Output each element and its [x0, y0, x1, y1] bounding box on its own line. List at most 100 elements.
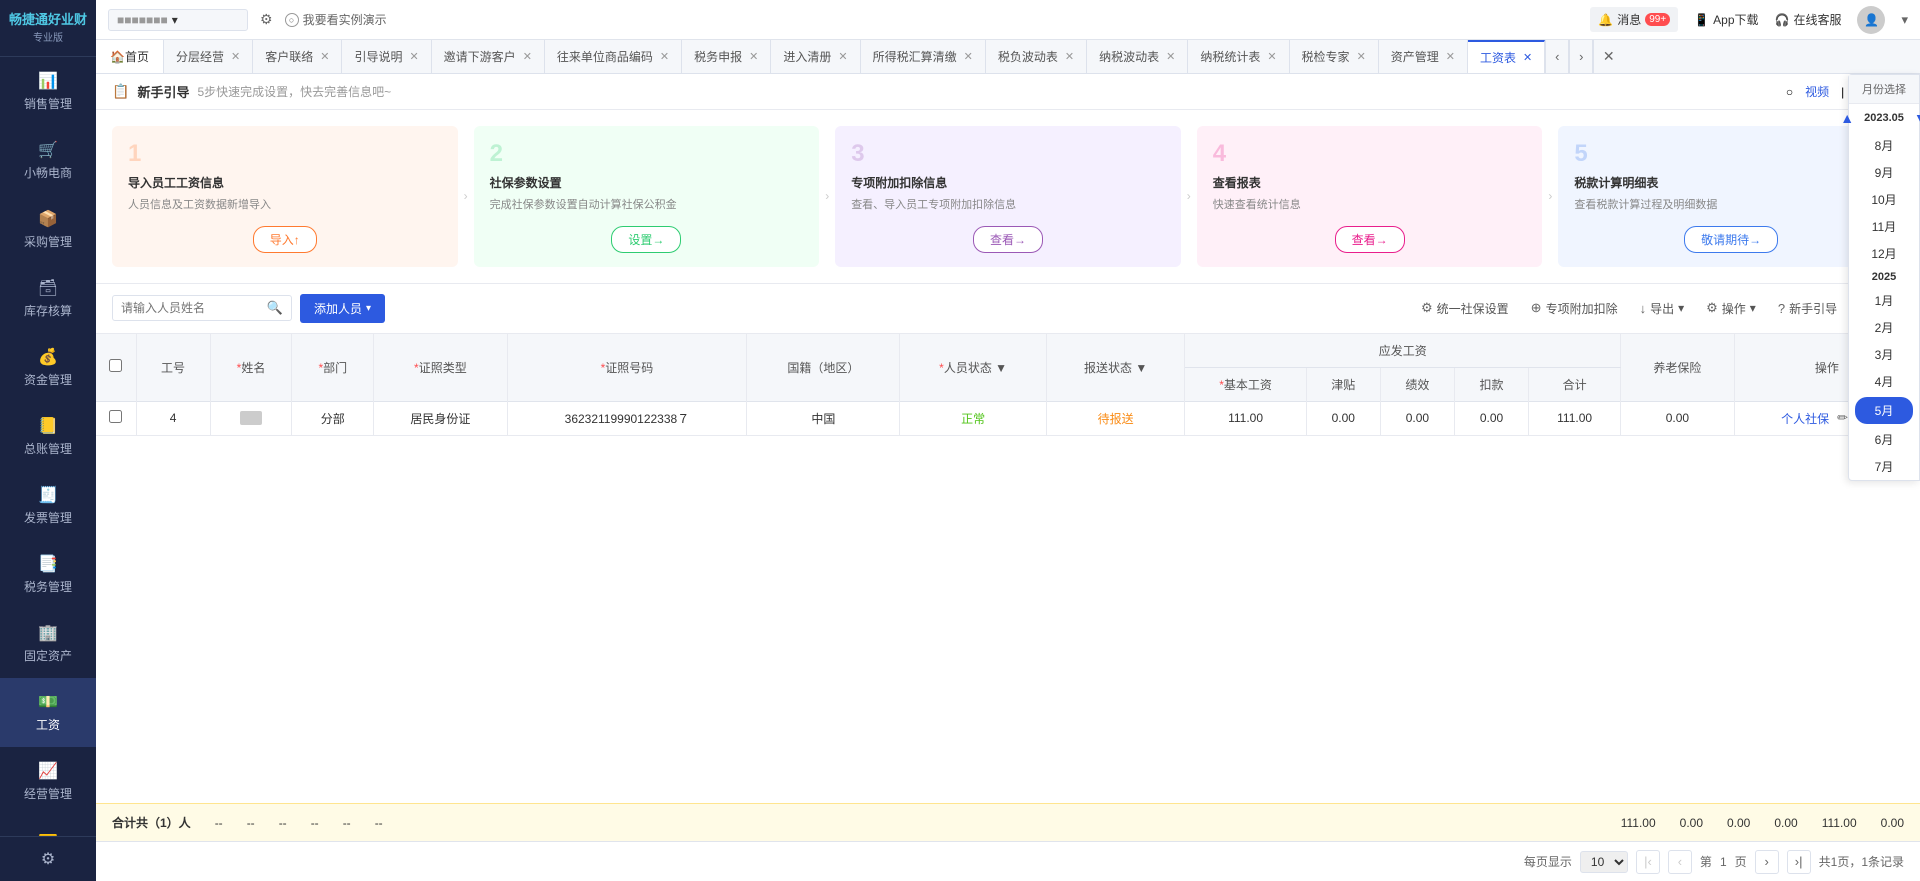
month-item-12月[interactable]: 12月	[1849, 240, 1919, 267]
special-deduct-btn[interactable]: ⊕ 专项附加扣除	[1525, 296, 1624, 321]
prev-page-btn[interactable]: ‹	[1668, 850, 1692, 874]
tab-close-btn[interactable]: ✕	[838, 50, 847, 63]
tab-item-7[interactable]: 所得税汇算清缴✕	[861, 40, 986, 74]
step-btn-2[interactable]: 设置→	[611, 226, 681, 253]
operation-btn[interactable]: ⚙ 操作 ▾	[1700, 296, 1762, 321]
month-item-11月[interactable]: 11月	[1849, 213, 1919, 240]
month-item-4月[interactable]: 4月	[1849, 368, 1919, 395]
month-picker-prev-year[interactable]: ▲	[1836, 108, 1858, 128]
tab-next-btn[interactable]: ›	[1569, 40, 1593, 74]
step-btn-1[interactable]: 导入↑	[253, 226, 317, 253]
month-item-7月[interactable]: 7月	[1849, 453, 1919, 480]
sidebar-settings-btn[interactable]: ⚙	[0, 836, 96, 881]
tab-close-btn[interactable]: ✕	[1166, 50, 1175, 63]
tab-close-btn[interactable]: ✕	[320, 50, 329, 63]
tab-item-4[interactable]: 往来单位商品编码✕	[545, 40, 682, 74]
month-item-8月[interactable]: 8月	[1849, 132, 1919, 159]
tab-item-6[interactable]: 进入清册✕	[771, 40, 860, 74]
tab-close-btn[interactable]: ✕	[1267, 50, 1276, 63]
tab-prev-btn[interactable]: ‹	[1545, 40, 1569, 74]
sidebar-label: 经营管理	[24, 785, 72, 802]
sidebar-item-工资[interactable]: 💵工资	[0, 678, 96, 747]
step-btn-3[interactable]: 查看→	[973, 226, 1043, 253]
tab-item-5[interactable]: 税务申报✕	[682, 40, 771, 74]
tab-home[interactable]: 🏠 首页	[96, 40, 164, 74]
tab-item-9[interactable]: 纳税波动表✕	[1087, 40, 1188, 74]
search-input[interactable]	[121, 301, 261, 315]
tab-item-13[interactable]: 工资表 ✕	[1468, 40, 1545, 74]
tab-close-btn[interactable]: ✕	[1523, 51, 1532, 64]
tab-close-all-btn[interactable]: ✕	[1593, 40, 1623, 74]
tab-item-11[interactable]: 税检专家✕	[1290, 40, 1379, 74]
sidebar-item-税务管理[interactable]: 📑税务管理	[0, 540, 96, 609]
tab-item-1[interactable]: 客户联络✕	[253, 40, 342, 74]
per-page-select[interactable]: 10 20 50	[1580, 851, 1628, 873]
sidebar-item-小畅电商[interactable]: 🛒小畅电商	[0, 126, 96, 195]
add-person-btn[interactable]: 添加人员 ▾	[300, 294, 385, 323]
sidebar-item-小畅报销[interactable]: 💳小畅报销	[0, 816, 96, 836]
sidebar-item-采购管理[interactable]: 📦采购管理	[0, 195, 96, 264]
select-all-checkbox[interactable]	[109, 359, 122, 372]
month-item-5月[interactable]: 5月	[1855, 397, 1913, 424]
tab-label: 工资表	[1480, 49, 1516, 66]
last-page-btn[interactable]: ›|	[1787, 850, 1811, 874]
month-item-1月[interactable]: 1月	[1849, 287, 1919, 314]
demo-btn[interactable]: ○ 我要看实例演示	[285, 11, 387, 28]
month-picker-next-year[interactable]: ▼	[1910, 108, 1920, 128]
tab-item-3[interactable]: 邀请下游客户✕	[432, 40, 545, 74]
settings-icon[interactable]: ⚙	[256, 7, 277, 32]
row-checkbox[interactable]	[109, 410, 122, 423]
step-title: 导入员工工资信息	[128, 174, 442, 191]
export-btn[interactable]: ↓ 导出 ▾	[1634, 296, 1691, 321]
sidebar-icon: 💵	[38, 692, 58, 712]
month-item-9月[interactable]: 9月	[1849, 159, 1919, 186]
tab-close-btn[interactable]: ✕	[749, 50, 758, 63]
sidebar-item-资金管理[interactable]: 💰资金管理	[0, 333, 96, 402]
social-settings-btn[interactable]: ⚙ 统一社保设置	[1415, 296, 1515, 321]
tab-close-btn[interactable]: ✕	[231, 50, 240, 63]
step-title: 社保参数设置	[490, 174, 804, 191]
step-btn-4[interactable]: 查看→	[1335, 226, 1405, 253]
user-avatar[interactable]: 👤	[1857, 6, 1885, 34]
month-item-3月[interactable]: 3月	[1849, 341, 1919, 368]
tab-close-btn[interactable]: ✕	[1357, 50, 1366, 63]
tab-item-12[interactable]: 资产管理✕	[1379, 40, 1468, 74]
step-btn-5[interactable]: 敬请期待→	[1684, 226, 1778, 253]
sidebar-item-固定资产[interactable]: 🏢固定资产	[0, 609, 96, 678]
month-item-10月[interactable]: 10月	[1849, 186, 1919, 213]
tab-item-10[interactable]: 纳税统计表✕	[1188, 40, 1289, 74]
edit-icon[interactable]: ✏	[1837, 410, 1848, 427]
arrow-icon: ›	[464, 189, 468, 203]
cell-allowance: 0.00	[1306, 401, 1380, 435]
tab-close-btn[interactable]: ✕	[1065, 50, 1074, 63]
user-menu-btn[interactable]: ▾	[1901, 12, 1908, 28]
company-selector[interactable]: ■■■■■■■ ▾	[108, 9, 248, 31]
search-icon[interactable]: 🔍	[267, 300, 283, 316]
table-body: 4 ■■■ 分部 居民身份证 36232119990122338７ 中国 正常 …	[96, 401, 1920, 435]
sidebar-item-库存核算[interactable]: 🗃库存核算	[0, 264, 96, 333]
sidebar-item-销售管理[interactable]: 📊销售管理	[0, 57, 96, 126]
personal-social-link[interactable]: 个人社保	[1781, 410, 1829, 427]
guide-subtitle: 5步快速完成设置，快去完善信息吧~	[197, 83, 391, 100]
sidebar-item-总账管理[interactable]: 📒总账管理	[0, 402, 96, 471]
tab-item-2[interactable]: 引导说明✕	[342, 40, 431, 74]
tab-close-btn[interactable]: ✕	[1446, 50, 1455, 63]
tab-item-8[interactable]: 税负波动表✕	[986, 40, 1087, 74]
tab-close-btn[interactable]: ✕	[523, 50, 532, 63]
message-btn[interactable]: 🔔 消息 99+	[1590, 7, 1678, 32]
tab-close-btn[interactable]: ✕	[964, 50, 973, 63]
month-item-6月[interactable]: 6月	[1849, 426, 1919, 453]
sidebar-item-发票管理[interactable]: 🧾发票管理	[0, 471, 96, 540]
guide-video-link[interactable]: 视频	[1805, 83, 1829, 100]
month-item-2月[interactable]: 2月	[1849, 314, 1919, 341]
first-page-btn[interactable]: |‹	[1636, 850, 1660, 874]
tab-close-btn[interactable]: ✕	[409, 50, 418, 63]
sidebar-item-经营管理[interactable]: 📈经营管理	[0, 747, 96, 816]
tab-close-btn[interactable]: ✕	[660, 50, 669, 63]
guide-btn[interactable]: ? 新手引导	[1772, 296, 1843, 321]
app-download-btn[interactable]: 📱 App下载	[1694, 11, 1758, 28]
th-total: 合计	[1529, 367, 1621, 401]
tab-item-0[interactable]: 分层经营✕	[164, 40, 253, 74]
online-service-btn[interactable]: 🎧 在线客服	[1775, 11, 1842, 28]
next-page-btn[interactable]: ›	[1755, 850, 1779, 874]
